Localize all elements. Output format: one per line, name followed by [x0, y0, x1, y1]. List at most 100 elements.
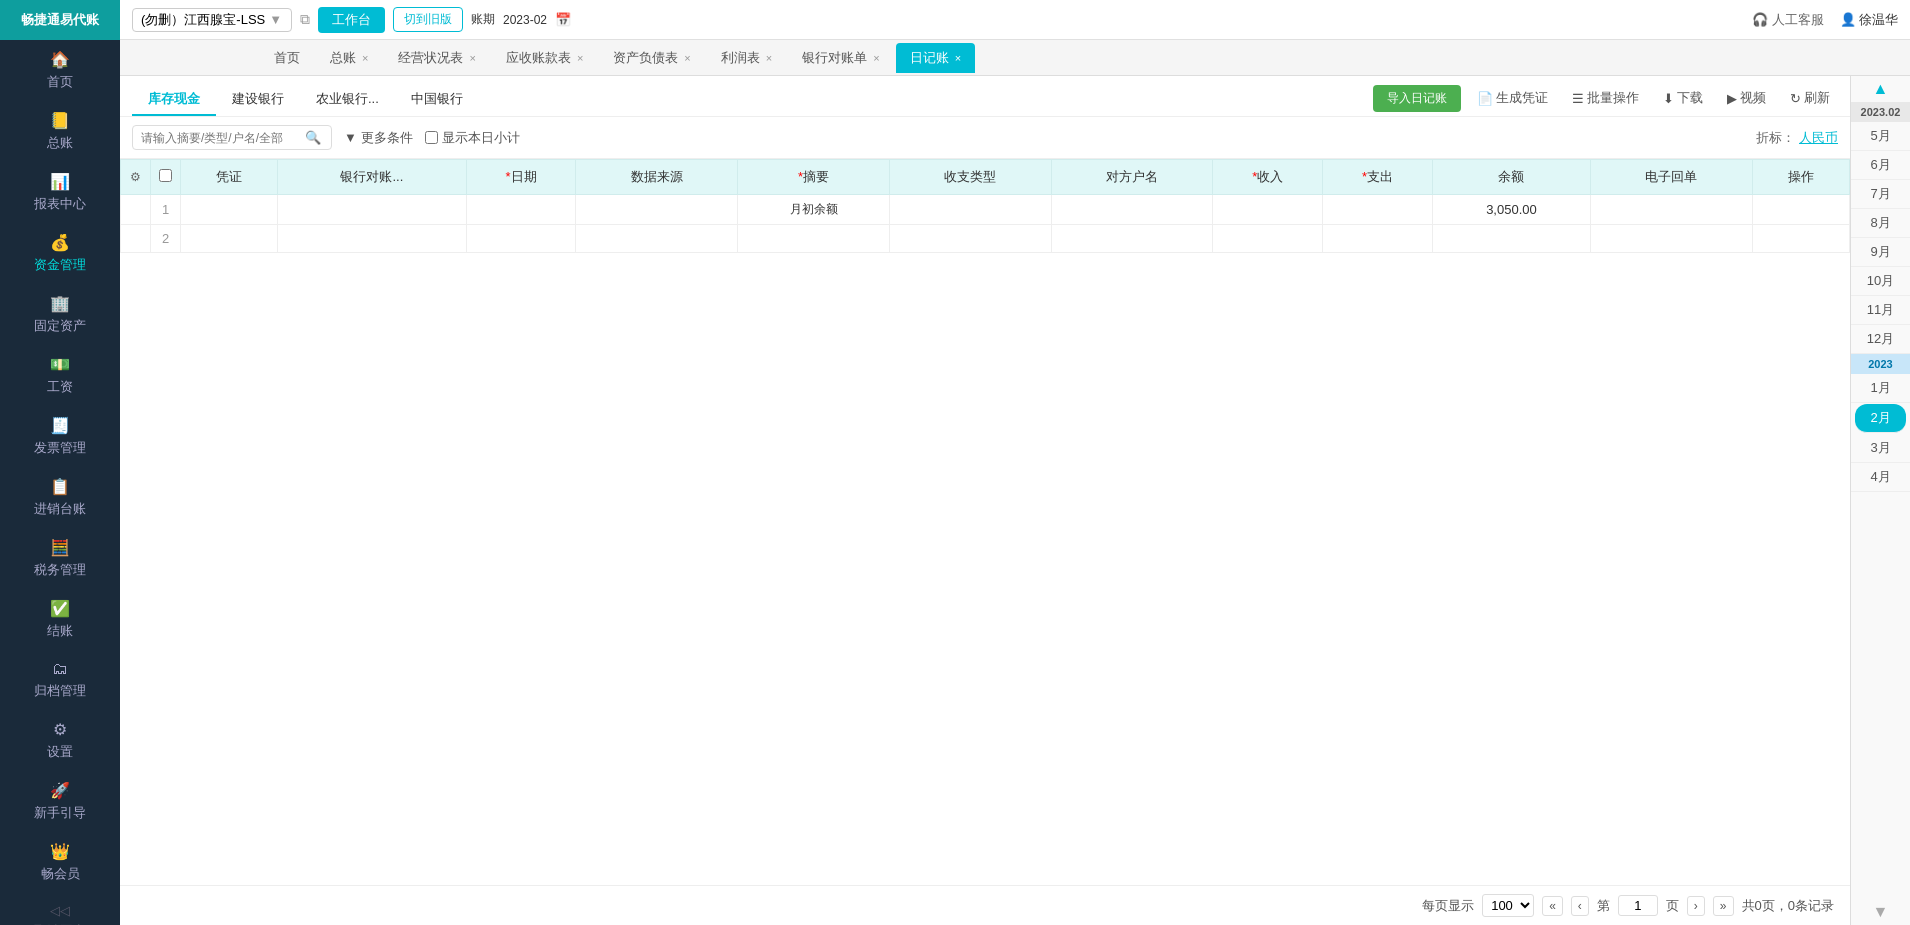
main-area: (勿删）江西腺宝-LSS ▼ ⧉ 工作台 切到旧版 账期 2023-02 📅 🎧…: [120, 0, 1910, 925]
sidebar-item-invoice[interactable]: 🧾 发票管理: [0, 406, 120, 467]
search-box[interactable]: 🔍: [132, 125, 332, 150]
month-8[interactable]: 8月: [1851, 209, 1910, 238]
month-12[interactable]: 12月: [1851, 325, 1910, 354]
month-11[interactable]: 11月: [1851, 296, 1910, 325]
sub-tab-cash-label: 库存现金: [148, 91, 200, 106]
show-daily-total-input[interactable]: [425, 131, 438, 144]
sidebar: 畅捷通易代账 🏠 首页 📒 总账 📊 报表中心 💰 资金管理 🏢 固定资产 💵 …: [0, 0, 120, 925]
calendar-down-button[interactable]: ▼: [1851, 899, 1910, 925]
sidebar-item-home[interactable]: 🏠 首页: [0, 40, 120, 101]
col-expense: *支出: [1323, 160, 1433, 195]
month-4[interactable]: 4月: [1851, 463, 1910, 492]
tab-balance-sheet[interactable]: 资产负债表 ×: [599, 43, 704, 73]
sub-tab-cash[interactable]: 库存现金: [132, 84, 216, 116]
sidebar-item-assets[interactable]: 🏢 固定资产: [0, 284, 120, 345]
sidebar-item-tax[interactable]: 🧮 税务管理: [0, 528, 120, 589]
first-page-button[interactable]: «: [1542, 896, 1563, 916]
user-service-button[interactable]: 🎧 人工客服: [1752, 11, 1823, 29]
tab-business-close[interactable]: ×: [469, 52, 475, 64]
sidebar-item-archive[interactable]: 🗂 归档管理: [0, 650, 120, 710]
sidebar-item-sales[interactable]: 📋 进销台账: [0, 467, 120, 528]
tab-receivable[interactable]: 应收账款表 ×: [492, 43, 597, 73]
row-income-type: [889, 195, 1051, 225]
refresh-button[interactable]: ↻ 刷新: [1782, 85, 1838, 111]
page-number-input[interactable]: [1618, 895, 1658, 916]
select-all-checkbox[interactable]: [159, 169, 172, 182]
month-3[interactable]: 3月: [1851, 434, 1910, 463]
tab-balance-sheet-label: 资产负债表: [613, 49, 678, 67]
row-bank-account: [278, 225, 467, 253]
month-1[interactable]: 1月: [1851, 374, 1910, 403]
sub-tab-agriculture[interactable]: 农业银行...: [300, 84, 395, 116]
tab-journal-close[interactable]: ×: [955, 52, 961, 64]
sidebar-unpin[interactable]: ◁◁ 取消固定: [34, 893, 86, 925]
sidebar-item-close-accounts[interactable]: ✅ 结账: [0, 589, 120, 650]
sidebar-item-label: 发票管理: [34, 439, 86, 457]
tab-business[interactable]: 经营状况表 ×: [384, 43, 489, 73]
tab-business-label: 经营状况表: [398, 49, 463, 67]
sub-tab-construction[interactable]: 建设银行: [216, 84, 300, 116]
search-input[interactable]: [141, 131, 301, 145]
video-label: 视频: [1740, 89, 1766, 107]
sidebar-item-settings[interactable]: ⚙ 设置: [0, 710, 120, 771]
sidebar-item-member[interactable]: 👑 畅会员: [0, 832, 120, 893]
tab-home[interactable]: 首页: [260, 43, 314, 73]
month-2-active[interactable]: 2月: [1855, 404, 1906, 433]
row-checkbox: 1: [151, 195, 181, 225]
calendar-up-button[interactable]: ▲: [1851, 76, 1910, 102]
sidebar-item-guide[interactable]: 🚀 新手引导: [0, 771, 120, 832]
tab-journal[interactable]: 日记账 ×: [896, 43, 975, 73]
per-page-select[interactable]: 100 50 200: [1482, 894, 1534, 917]
currency-value[interactable]: 人民币: [1799, 129, 1838, 147]
download-icon: ⬇: [1663, 91, 1674, 106]
search-icon[interactable]: 🔍: [305, 130, 321, 145]
import-journal-button[interactable]: 导入日记账: [1373, 85, 1461, 112]
tab-ledger[interactable]: 总账 ×: [316, 43, 382, 73]
show-daily-total-checkbox[interactable]: 显示本日小计: [425, 129, 520, 147]
month-10[interactable]: 10月: [1851, 267, 1910, 296]
tab-balance-sheet-close[interactable]: ×: [684, 52, 690, 64]
month-7[interactable]: 7月: [1851, 180, 1910, 209]
last-page-button[interactable]: »: [1713, 896, 1734, 916]
year-2023-label[interactable]: 2023: [1851, 354, 1910, 374]
row-income-type: [889, 225, 1051, 253]
more-conditions-button[interactable]: ▼ 更多条件: [344, 129, 413, 147]
sidebar-item-salary[interactable]: 💵 工资: [0, 345, 120, 406]
sidebar-item-ledger[interactable]: 📒 总账: [0, 101, 120, 162]
workbench-button[interactable]: 工作台: [318, 7, 385, 33]
tab-journal-label: 日记账: [910, 49, 949, 67]
switch-version-button[interactable]: 切到旧版: [393, 7, 463, 32]
col-operation: 操作: [1752, 160, 1849, 195]
month-9[interactable]: 9月: [1851, 238, 1910, 267]
tab-profit[interactable]: 利润表 ×: [707, 43, 786, 73]
sidebar-item-reports[interactable]: 📊 报表中心: [0, 162, 120, 223]
video-button[interactable]: ▶ 视频: [1719, 85, 1774, 111]
row-voucher: [181, 195, 278, 225]
batch-op-button[interactable]: ☰ 批量操作: [1564, 85, 1647, 111]
sidebar-item-finance[interactable]: 💰 资金管理: [0, 223, 120, 284]
tab-ledger-close[interactable]: ×: [362, 52, 368, 64]
sidebar-item-label: 工资: [47, 378, 73, 396]
download-button[interactable]: ⬇ 下载: [1655, 85, 1711, 111]
copy-icon[interactable]: ⧉: [300, 11, 310, 28]
year-2023-prev-header[interactable]: 2023.02: [1851, 102, 1910, 122]
month-5[interactable]: 5月: [1851, 122, 1910, 151]
col-settings[interactable]: ⚙: [121, 160, 151, 195]
row-operation: [1752, 225, 1849, 253]
prev-page-button[interactable]: ‹: [1571, 896, 1589, 916]
company-selector[interactable]: (勿删）江西腺宝-LSS ▼: [132, 8, 292, 32]
username-display[interactable]: 👤 徐温华: [1840, 11, 1898, 29]
tab-bank-statement-close[interactable]: ×: [873, 52, 879, 64]
tab-profit-close[interactable]: ×: [766, 52, 772, 64]
refresh-icon: ↻: [1790, 91, 1801, 106]
tab-bank-statement[interactable]: 银行对账单 ×: [788, 43, 893, 73]
tab-receivable-close[interactable]: ×: [577, 52, 583, 64]
next-page-button[interactable]: ›: [1687, 896, 1705, 916]
sub-tab-china-bank[interactable]: 中国银行: [395, 84, 479, 116]
filter-icon: ▼: [344, 130, 357, 145]
col-checkbox[interactable]: [151, 160, 181, 195]
period-calendar-icon[interactable]: 📅: [555, 12, 571, 27]
generate-voucher-button[interactable]: 📄 生成凭证: [1469, 85, 1556, 111]
month-6[interactable]: 6月: [1851, 151, 1910, 180]
headset-icon: 🎧: [1752, 12, 1768, 27]
